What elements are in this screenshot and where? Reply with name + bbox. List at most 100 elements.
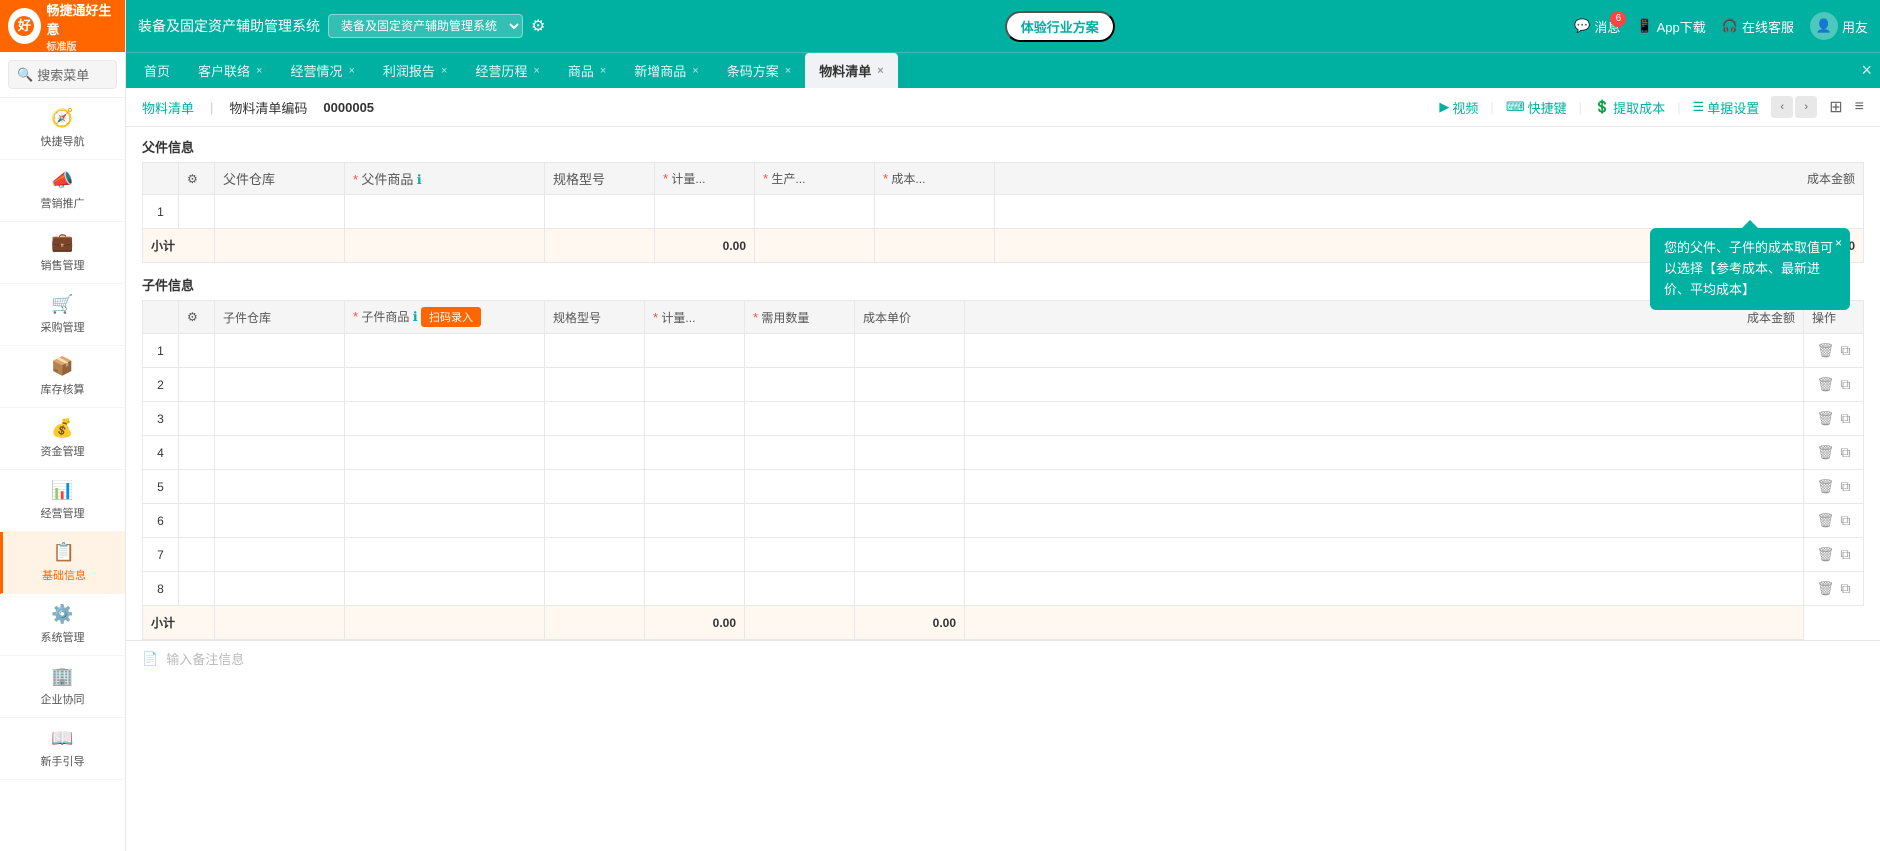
- message-button[interactable]: 💬 消息 6: [1574, 17, 1620, 36]
- view-video-action[interactable]: ▶ 视频: [1439, 98, 1478, 117]
- next-arrow[interactable]: ›: [1795, 96, 1817, 118]
- child-row-spec-8[interactable]: [545, 572, 645, 606]
- sidebar-item-enterprise[interactable]: 🏢 企业协同: [0, 656, 125, 718]
- child-row-product-4[interactable]: [345, 436, 545, 470]
- system-select[interactable]: 装备及固定资产辅助管理系统: [328, 14, 523, 38]
- child-row-qty-2[interactable]: [745, 368, 855, 402]
- delete-icon-1[interactable]: 🗑: [1817, 342, 1835, 359]
- child-row-unit-price-7[interactable]: [855, 538, 965, 572]
- copy-icon-7[interactable]: ⧉: [1840, 546, 1850, 563]
- child-row-cost-amount-2[interactable]: [965, 368, 1804, 402]
- copy-icon-8[interactable]: ⧉: [1840, 580, 1850, 597]
- sidebar-item-guide[interactable]: 📖 新手引导: [0, 718, 125, 780]
- sidebar-item-quick-nav[interactable]: 🧭 快捷导航: [0, 98, 125, 160]
- app-download-button[interactable]: 📱 App下载: [1636, 17, 1705, 36]
- child-row-unit-8[interactable]: [645, 572, 745, 606]
- delete-icon-5[interactable]: 🗑: [1817, 478, 1835, 495]
- tab-close-bom[interactable]: ×: [877, 65, 883, 77]
- child-row-qty-1[interactable]: [745, 334, 855, 368]
- copy-icon-4[interactable]: ⧉: [1840, 444, 1850, 461]
- child-row-warehouse-7[interactable]: [215, 538, 345, 572]
- copy-icon-5[interactable]: ⧉: [1840, 478, 1850, 495]
- prev-arrow[interactable]: ‹: [1771, 96, 1793, 118]
- tab-customer[interactable]: 客户联络 ×: [184, 53, 276, 88]
- tooltip-close-button[interactable]: ×: [1835, 234, 1842, 253]
- child-row-qty-6[interactable]: [745, 504, 855, 538]
- sidebar-item-basic-info[interactable]: 📋 基础信息: [0, 532, 125, 594]
- sidebar-item-marketing[interactable]: 📣 营销推广: [0, 160, 125, 222]
- parent-row-product[interactable]: [345, 195, 545, 229]
- child-row-product-1[interactable]: [345, 334, 545, 368]
- child-row-product-2[interactable]: [345, 368, 545, 402]
- gear-icon[interactable]: ⚙: [531, 16, 545, 36]
- child-row-qty-5[interactable]: [745, 470, 855, 504]
- search-menu-button[interactable]: 🔍 搜索菜单: [8, 60, 117, 89]
- child-row-cost-amount-3[interactable]: [965, 402, 1804, 436]
- note-input[interactable]: 输入备注信息: [166, 649, 244, 668]
- child-row-cost-amount-1[interactable]: [965, 334, 1804, 368]
- child-row-qty-3[interactable]: [745, 402, 855, 436]
- extract-cost-action[interactable]: 💲 提取成本: [1594, 98, 1665, 117]
- tab-close-customer[interactable]: ×: [256, 65, 262, 77]
- search-area[interactable]: 🔍 搜索菜单: [0, 52, 125, 98]
- child-row-unit-4[interactable]: [645, 436, 745, 470]
- child-row-spec-4[interactable]: [545, 436, 645, 470]
- sidebar-item-operations[interactable]: 📊 经营管理: [0, 470, 125, 532]
- child-row-product-6[interactable]: [345, 504, 545, 538]
- tab-close-profit[interactable]: ×: [441, 65, 447, 77]
- child-row-unit-2[interactable]: [645, 368, 745, 402]
- child-row-warehouse-2[interactable]: [215, 368, 345, 402]
- child-row-warehouse-5[interactable]: [215, 470, 345, 504]
- child-row-cost-amount-8[interactable]: [965, 572, 1804, 606]
- tab-close-history[interactable]: ×: [533, 65, 539, 77]
- copy-icon-1[interactable]: ⧉: [1840, 342, 1850, 359]
- online-service-button[interactable]: 🎧 在线客服: [1722, 17, 1794, 36]
- parent-row-spec[interactable]: [545, 195, 655, 229]
- child-row-unit-price-8[interactable]: [855, 572, 965, 606]
- sidebar-item-inventory[interactable]: 📦 库存核算: [0, 346, 125, 408]
- tab-close-products[interactable]: ×: [600, 65, 606, 77]
- tab-close-barcode[interactable]: ×: [785, 65, 791, 77]
- child-row-unit-6[interactable]: [645, 504, 745, 538]
- child-row-warehouse-1[interactable]: [215, 334, 345, 368]
- child-row-qty-7[interactable]: [745, 538, 855, 572]
- copy-icon-3[interactable]: ⧉: [1840, 410, 1850, 427]
- doc-settings-action[interactable]: ☰ 单据设置: [1693, 98, 1760, 117]
- child-row-product-7[interactable]: [345, 538, 545, 572]
- trial-button[interactable]: 体验行业方案: [1005, 11, 1115, 42]
- child-row-product-8[interactable]: [345, 572, 545, 606]
- sidebar-item-finance[interactable]: 💰 资金管理: [0, 408, 125, 470]
- tab-new-product[interactable]: 新增商品 ×: [620, 53, 712, 88]
- delete-icon-3[interactable]: 🗑: [1817, 410, 1835, 427]
- child-row-unit-7[interactable]: [645, 538, 745, 572]
- child-row-cost-amount-4[interactable]: [965, 436, 1804, 470]
- child-row-unit-price-2[interactable]: [855, 368, 965, 402]
- delete-icon-7[interactable]: 🗑: [1817, 546, 1835, 563]
- child-col-gear[interactable]: ⚙: [179, 301, 215, 334]
- tab-profit[interactable]: 利润报告 ×: [369, 53, 461, 88]
- parent-row-warehouse[interactable]: [215, 195, 345, 229]
- copy-icon-6[interactable]: ⧉: [1840, 512, 1850, 529]
- user-menu[interactable]: 👤 用友: [1810, 12, 1868, 40]
- copy-icon-2[interactable]: ⧉: [1840, 376, 1850, 393]
- delete-icon-2[interactable]: 🗑: [1817, 376, 1835, 393]
- child-row-unit-price-4[interactable]: [855, 436, 965, 470]
- child-row-warehouse-4[interactable]: [215, 436, 345, 470]
- child-row-unit-price-1[interactable]: [855, 334, 965, 368]
- parent-row-production[interactable]: [755, 195, 875, 229]
- sidebar-item-purchase[interactable]: 🛒 采购管理: [0, 284, 125, 346]
- tab-bom[interactable]: 物料清单 ×: [805, 53, 897, 88]
- child-row-qty-8[interactable]: [745, 572, 855, 606]
- tab-ops-history[interactable]: 经营历程 ×: [461, 53, 553, 88]
- tab-operations-status[interactable]: 经营情况 ×: [276, 53, 368, 88]
- child-row-product-3[interactable]: [345, 402, 545, 436]
- parent-col-gear[interactable]: ⚙: [179, 163, 215, 195]
- child-row-spec-6[interactable]: [545, 504, 645, 538]
- child-row-spec-3[interactable]: [545, 402, 645, 436]
- delete-icon-8[interactable]: 🗑: [1817, 580, 1835, 597]
- tab-close-ops[interactable]: ×: [348, 65, 354, 77]
- child-row-cost-amount-7[interactable]: [965, 538, 1804, 572]
- close-all-icon[interactable]: ×: [1861, 60, 1872, 81]
- child-row-warehouse-3[interactable]: [215, 402, 345, 436]
- delete-icon-6[interactable]: 🗑: [1817, 512, 1835, 529]
